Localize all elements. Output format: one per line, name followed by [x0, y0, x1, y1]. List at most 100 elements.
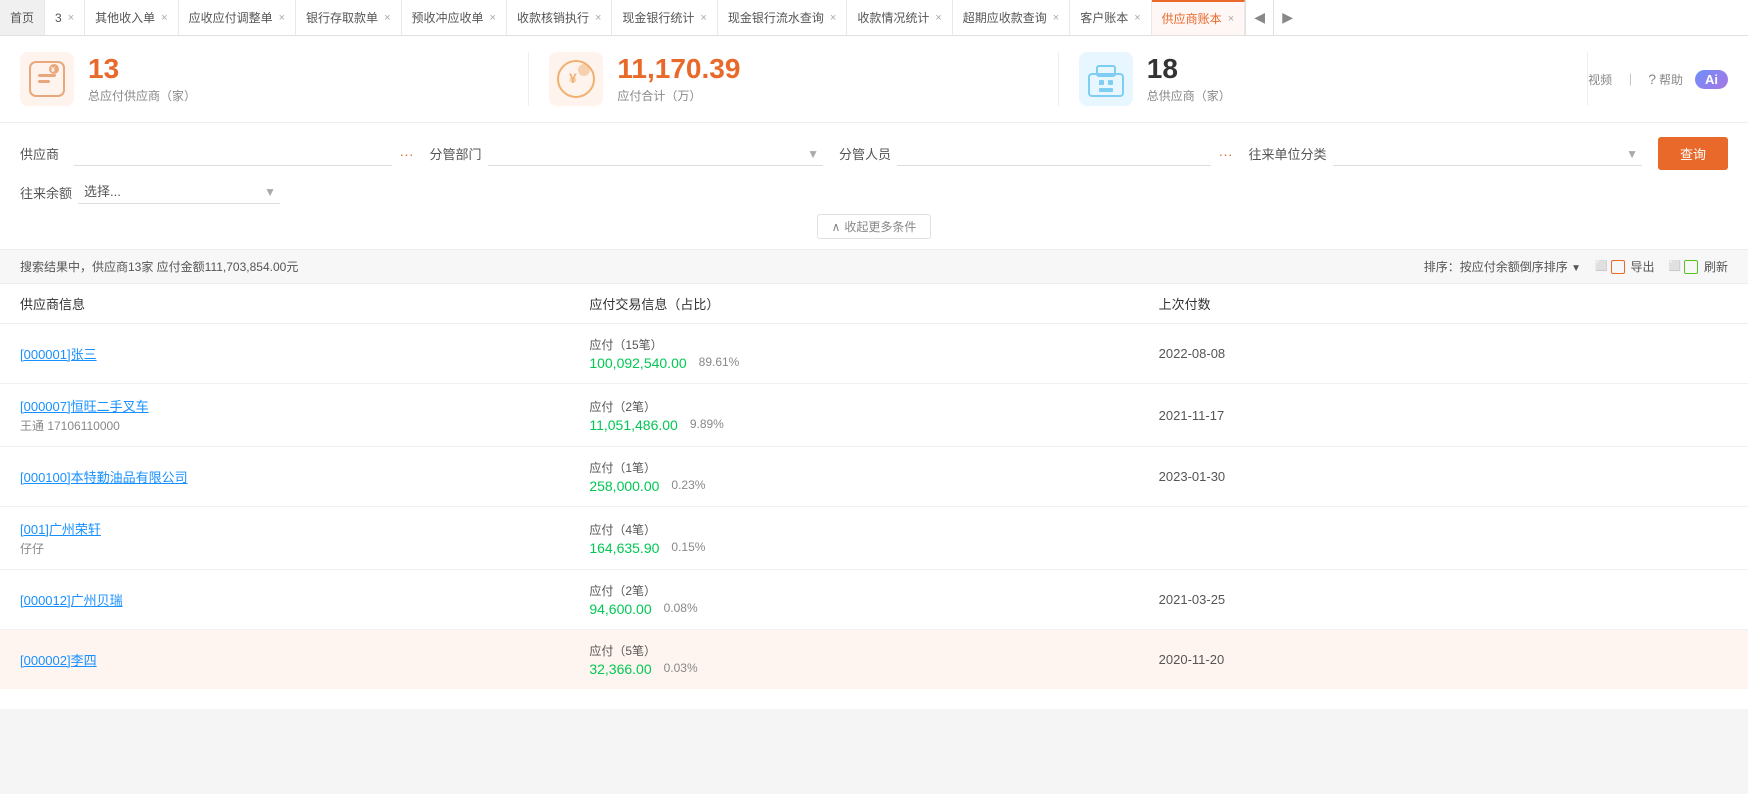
close-icon[interactable]: × — [1134, 12, 1140, 24]
supplier-sub: 王通 17106110000 — [20, 417, 589, 434]
help-icon: ? — [1648, 71, 1656, 87]
tx-amount-link[interactable]: 94,600.00 — [589, 601, 651, 617]
close-icon[interactable]: × — [1053, 12, 1059, 24]
dept-select[interactable] — [488, 142, 823, 166]
tx-cell: 94,600.00 0.08% — [589, 599, 1158, 617]
nav-tab-receipt-stats[interactable]: 收款情况统计 × — [847, 0, 952, 35]
table-row: [000100]本特勤油品有限公司 应付（1笔） 258,000.00 0.23… — [0, 447, 1748, 507]
nav-tab-supplier-ledger[interactable]: 供应商账本 × — [1152, 0, 1245, 35]
nav-next-arrow[interactable]: ▶ — [1273, 0, 1301, 35]
nav-tab-label: 收款情况统计 — [857, 9, 929, 26]
stat-label: 总应付供应商（家） — [88, 87, 196, 104]
stat-total-suppliers: 18 总供应商（家） — [1059, 52, 1588, 106]
separator: ｜ — [1624, 71, 1636, 88]
nav-tab-other-income[interactable]: 其他收入单 × — [85, 0, 178, 35]
person-more-icon[interactable]: ··· — [1219, 146, 1233, 162]
close-icon[interactable]: × — [830, 12, 836, 24]
table-row: [000012]广州贝瑞 应付（2笔） 94,600.00 0.08% 2021… — [0, 570, 1748, 630]
supplier-input[interactable] — [74, 142, 392, 166]
tx-info: 应付（4笔） 164,635.90 0.15% — [589, 521, 1158, 556]
tx-amount-link[interactable]: 32,366.00 — [589, 661, 651, 677]
last-pay-date: 2021-11-17 — [1159, 408, 1728, 423]
close-icon[interactable]: × — [700, 12, 706, 24]
supplier-link[interactable]: [001]广州荣轩 — [20, 522, 101, 537]
nav-tab-overdue[interactable]: 超期应收款查询 × — [953, 0, 1070, 35]
close-icon[interactable]: × — [161, 12, 167, 24]
close-icon[interactable]: × — [1228, 13, 1234, 25]
tx-info: 应付（2笔） 11,051,486.00 9.89% — [589, 398, 1158, 433]
last-pay-date: 2021-03-25 — [1159, 592, 1728, 607]
stat-payable-total: ¥ 11,170.39 应付合计（万） — [529, 52, 1058, 106]
nav-prev-arrow[interactable]: ◀ — [1245, 0, 1273, 35]
close-icon[interactable]: × — [68, 12, 74, 24]
tx-amount-link[interactable]: 258,000.00 — [589, 478, 659, 494]
supplier-info: [000002]李四 — [20, 650, 589, 669]
query-button[interactable]: 查询 — [1658, 137, 1728, 170]
table-row: [000007]恒旺二手叉车 王通 17106110000 应付（2笔） 11,… — [0, 384, 1748, 447]
supplier-link[interactable]: [000007]恒旺二手叉车 — [20, 399, 149, 414]
supplier-more-icon[interactable]: ··· — [400, 146, 414, 162]
collapse-button[interactable]: ∧ 收起更多条件 — [817, 214, 932, 239]
nav-tab-3[interactable]: 3 × — [45, 0, 85, 35]
nav-tab-cashflow[interactable]: 现金银行流水查询 × — [718, 0, 847, 35]
sort-label: 排序：按应付余额倒序排序 ▼ — [1424, 258, 1581, 275]
close-icon[interactable]: × — [935, 12, 941, 24]
supplier-link[interactable]: [000100]本特勤油品有限公司 — [20, 470, 188, 485]
chevron-up-icon: ∧ — [832, 220, 841, 234]
tx-amount-link[interactable]: 100,092,540.00 — [589, 355, 686, 371]
refresh-button[interactable]: 刷新 — [1669, 258, 1728, 275]
nav-tab-home[interactable]: 首页 — [0, 0, 45, 35]
close-icon[interactable]: × — [384, 12, 390, 24]
tx-amount-link[interactable]: 164,635.90 — [589, 540, 659, 556]
top-right-links: 视频 ｜ ? 帮助 Ai — [1588, 70, 1728, 89]
tx-label: 应付（15笔） — [589, 336, 1158, 353]
supplier-link[interactable]: [000001]张三 — [20, 347, 97, 362]
category-select[interactable] — [1333, 142, 1642, 166]
supplier-sub: 仔仔 — [20, 540, 589, 557]
nav-tab-cash-stats[interactable]: 现金银行统计 × — [612, 0, 717, 35]
nav-tab-receivable[interactable]: 收款核销执行 × — [507, 0, 612, 35]
tx-percent: 0.08% — [664, 601, 698, 615]
nav-tab-label: 供应商账本 — [1162, 10, 1222, 27]
tx-amount-link[interactable]: 11,051,486.00 — [589, 417, 678, 433]
export-button[interactable]: 导出 — [1595, 258, 1654, 275]
tx-percent: 9.89% — [690, 417, 724, 431]
nav-tab-label: 收款核销执行 — [517, 9, 589, 26]
close-icon[interactable]: × — [595, 12, 601, 24]
filter-supplier: 供应商 ··· — [20, 142, 414, 166]
nav-tab-label: 现金银行统计 — [622, 9, 694, 26]
refresh-label: 刷新 — [1704, 258, 1728, 275]
result-right: 排序：按应付余额倒序排序 ▼ 导出 刷新 — [1424, 258, 1728, 275]
stat-payable-total-content: 11,170.39 应付合计（万） — [617, 54, 740, 104]
nav-tab-label: 3 — [55, 11, 62, 25]
stat-label: 应付合计（万） — [617, 87, 740, 104]
nav-tab-prepay[interactable]: 预收冲应收单 × — [402, 0, 507, 35]
help-link[interactable]: ? 帮助 — [1648, 71, 1683, 88]
balance-select[interactable]: 选择... — [78, 180, 280, 204]
nav-tab-customer-ledger[interactable]: 客户账本 × — [1070, 0, 1151, 35]
table-col-supplier: 供应商信息 — [20, 294, 589, 313]
filter-area: 供应商 ··· 分管部门 ▼ 分管人员 ··· 往来单位分类 — [0, 123, 1748, 250]
tx-label: 应付（2笔） — [589, 582, 1158, 599]
sort-chevron-down-icon: ▼ — [1571, 263, 1581, 274]
video-link[interactable]: 视频 — [1588, 71, 1612, 88]
dept-select-wrap: ▼ — [488, 142, 823, 166]
stat-number: 11,170.39 — [617, 54, 740, 85]
sort-text[interactable]: 排序：按应付余额倒序排序 — [1424, 260, 1568, 274]
stat-number: 18 — [1147, 54, 1231, 85]
supplier-payable-icon: ¥ — [20, 52, 74, 106]
table-header: 供应商信息 应付交易信息（占比） 上次付数 — [0, 284, 1748, 324]
nav-tab-label: 现金银行流水查询 — [728, 9, 824, 26]
nav-tab-adjustment[interactable]: 应收应付调整单 × — [179, 0, 296, 35]
ai-button[interactable]: Ai — [1695, 70, 1728, 89]
close-icon[interactable]: × — [279, 12, 285, 24]
supplier-link[interactable]: [000012]广州贝瑞 — [20, 593, 123, 608]
supplier-link[interactable]: [000002]李四 — [20, 653, 97, 668]
nav-tab-bank-deposit[interactable]: 银行存取款单 × — [296, 0, 401, 35]
stat-number: 13 — [88, 54, 196, 85]
nav-tab-label: 银行存取款单 — [306, 9, 378, 26]
close-icon[interactable]: × — [490, 12, 496, 24]
tx-cell: 11,051,486.00 9.89% — [589, 415, 1158, 433]
result-summary: 搜索结果中，供应商13家 应付金额111,703,854.00元 — [20, 258, 298, 275]
person-input[interactable] — [897, 142, 1210, 166]
